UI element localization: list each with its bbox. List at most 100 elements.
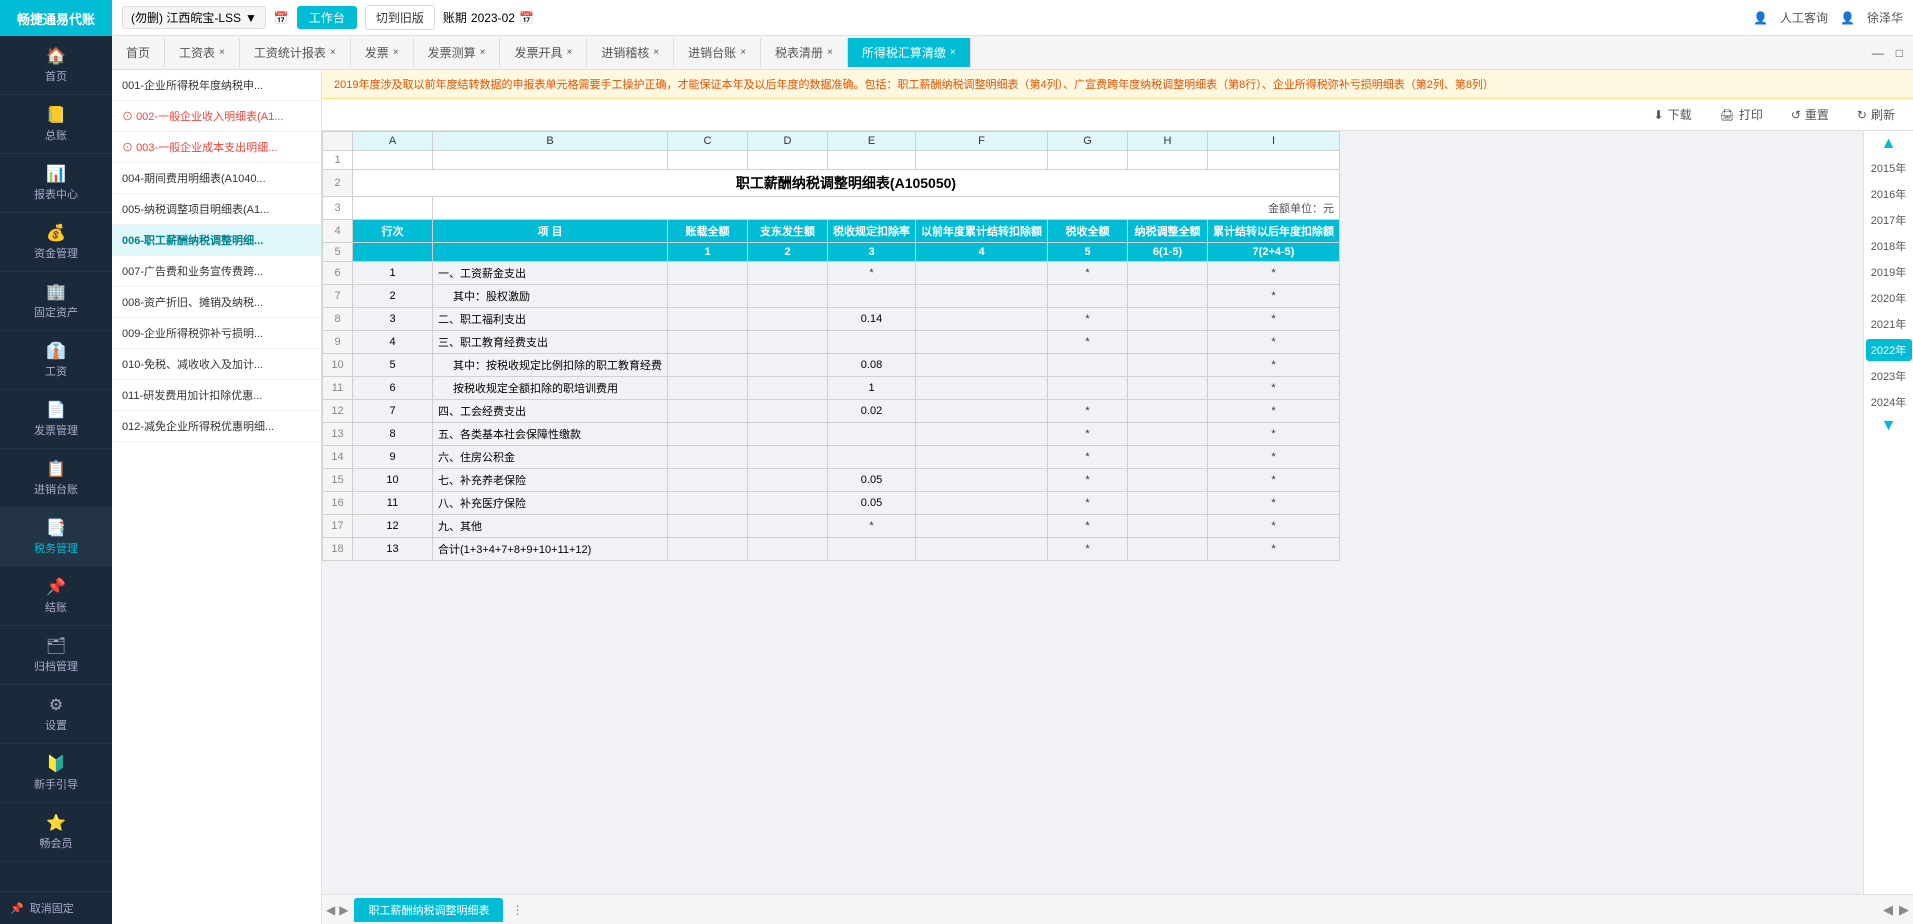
left-panel-item-002[interactable]: ⊙ 002-一般企业收入明细表(A1... xyxy=(112,101,321,132)
print-button[interactable]: 🖨 打印 xyxy=(1712,103,1771,126)
period-selector[interactable]: 账期 2023-02 📅 xyxy=(443,9,534,26)
payroll-icon: 👔 xyxy=(46,341,66,361)
tax-icon: 📑 xyxy=(46,518,66,538)
old-version-button[interactable]: 切到旧版 xyxy=(365,5,435,30)
reset-label: 重置 xyxy=(1805,106,1829,123)
sidebar-item-assets[interactable]: 🏢 固定资产 xyxy=(0,272,112,331)
tab-invoice-calc-close[interactable]: × xyxy=(480,47,486,58)
invoice-icon: 📄 xyxy=(46,400,66,420)
tab-tax-register[interactable]: 税表清册 × xyxy=(761,38,848,67)
tab-payroll-stats[interactable]: 工资统计报表 × xyxy=(240,38,351,67)
year-2021[interactable]: 2021年 xyxy=(1866,313,1912,335)
year-2018[interactable]: 2018年 xyxy=(1866,235,1912,257)
year-down-button[interactable]: ▼ xyxy=(1881,417,1897,435)
tab-invoice-calc[interactable]: 发票测算 × xyxy=(414,38,501,67)
data-row-14: 14 9 六、住房公积金 * * xyxy=(323,446,1340,469)
sidebar-label-guide: 新手引导 xyxy=(34,776,78,792)
sidebar-item-settings[interactable]: ⚙ 设置 xyxy=(0,685,112,744)
tab-home[interactable]: 首页 xyxy=(112,38,165,67)
refresh-button[interactable]: ↻ 刷新 xyxy=(1849,103,1903,126)
bottom-options-icon[interactable]: ⋮ xyxy=(511,903,523,917)
sidebar-item-guide[interactable]: 🔰 新手引导 xyxy=(0,744,112,803)
tab-sales-check[interactable]: 进销稽核 × xyxy=(587,38,674,67)
sidebar-item-home[interactable]: 🏠 首页 xyxy=(0,36,112,95)
sidebar-item-payroll[interactable]: 👔 工资 xyxy=(0,331,112,390)
sidebar-item-tax[interactable]: 📑 税务管理 xyxy=(0,508,112,567)
company-name: (勿删) 江西皖宝-LSS xyxy=(131,9,241,26)
sidebar-item-member[interactable]: ⭐ 畅会员 xyxy=(0,803,112,862)
period-calendar-icon: 📅 xyxy=(519,11,534,25)
sidebar-item-close[interactable]: 📌 结账 xyxy=(0,567,112,626)
main-area: (勿删) 江西皖宝-LSS ▼ 📅 工作台 切到旧版 账期 2023-02 📅 … xyxy=(112,0,1913,924)
sidebar-item-ledger[interactable]: 📒 总账 xyxy=(0,95,112,154)
sidebar-item-invoice[interactable]: 📄 发票管理 xyxy=(0,390,112,449)
sidebar-label-ledger: 总账 xyxy=(45,127,67,143)
item-header: 项 目 xyxy=(433,220,668,243)
bottom-sheet-tab[interactable]: 职工薪酬纳税调整明细表 xyxy=(354,898,503,922)
year-2016[interactable]: 2016年 xyxy=(1866,183,1912,205)
tab-invoice-issue-close[interactable]: × xyxy=(566,47,572,58)
tab-income-tax[interactable]: 所得税汇算清缴 × xyxy=(848,38,971,67)
left-panel-item-004[interactable]: 004-期间费用明细表(A1040... xyxy=(112,163,321,194)
year-up-button[interactable]: ▲ xyxy=(1881,135,1897,153)
company-selector[interactable]: (勿删) 江西皖宝-LSS ▼ xyxy=(122,6,266,29)
year-2015[interactable]: 2015年 xyxy=(1866,157,1912,179)
left-panel-item-010[interactable]: 010-免税、减收收入及加计... xyxy=(112,349,321,380)
left-panel-item-011[interactable]: 011-研发费用加计扣除优惠... xyxy=(112,380,321,411)
row-3: 3 金额单位：元 xyxy=(323,197,1340,220)
tab-maximize-icon[interactable]: □ xyxy=(1892,44,1907,62)
tab-sales-ledger[interactable]: 进销台账 × xyxy=(674,38,761,67)
year-2020[interactable]: 2020年 xyxy=(1866,287,1912,309)
row-1: 1 xyxy=(323,151,1340,170)
download-button[interactable]: ⬇ 下载 xyxy=(1646,103,1700,126)
sidebar-item-archive[interactable]: 🗂 归档管理 xyxy=(0,626,112,685)
sidebar-unpin-button[interactable]: 📌 取消固定 xyxy=(0,892,112,924)
tab-payroll-stats-close[interactable]: × xyxy=(330,47,336,58)
unit-label: 金额单位：元 xyxy=(433,197,1340,220)
tab-invoice-issue[interactable]: 发票开具 × xyxy=(500,38,587,67)
sidebar-item-reports[interactable]: 📊 报表中心 xyxy=(0,154,112,213)
reset-button[interactable]: ↺ 重置 xyxy=(1783,103,1837,126)
left-panel-item-005[interactable]: 005-纳税调整项目明细表(A1... xyxy=(112,194,321,225)
tab-income-tax-close[interactable]: × xyxy=(950,47,956,58)
app-logo: 畅捷通易代账 xyxy=(0,0,112,36)
assets-icon: 🏢 xyxy=(46,282,66,302)
error-icon-002: ⊙ xyxy=(122,111,136,123)
scroll-left-icon[interactable]: ◀ xyxy=(1883,902,1893,918)
sidebar-label-invoice: 发票管理 xyxy=(34,422,78,438)
col-g: G xyxy=(1048,132,1128,151)
sidebar-item-funds[interactable]: 💰 资金管理 xyxy=(0,213,112,272)
left-panel-item-003[interactable]: ⊙ 003-一般企业成本支出明细... xyxy=(112,132,321,163)
left-panel-item-012[interactable]: 012-减免企业所得税优惠明细... xyxy=(112,411,321,442)
year-2023[interactable]: 2023年 xyxy=(1866,365,1912,387)
tab-home-label: 首页 xyxy=(126,44,150,61)
sidebar-item-sales-ledger[interactable]: 📋 进销台账 xyxy=(0,449,112,508)
left-panel-item-008[interactable]: 008-资产折旧、摊销及纳税... xyxy=(112,287,321,318)
left-panel-item-006[interactable]: 006-职工薪酬纳税调整明细... xyxy=(112,225,321,256)
tab-minimize-icon[interactable]: — xyxy=(1868,44,1888,62)
spreadsheet-main[interactable]: A B C D E F G H I xyxy=(322,131,1863,894)
tab-invoice-issue-label: 发票开具 xyxy=(514,44,562,61)
scroll-right-icon[interactable]: ▶ xyxy=(1899,902,1909,918)
year-2022[interactable]: 2022年 xyxy=(1866,339,1912,361)
tab-invoice-close[interactable]: × xyxy=(393,47,399,58)
tab-tax-register-close[interactable]: × xyxy=(827,47,833,58)
tab-sales-ledger-close[interactable]: × xyxy=(740,47,746,58)
left-panel-item-001[interactable]: 001-企业所得税年度纳税申... xyxy=(112,70,321,101)
bottom-nav-right[interactable]: ▶ xyxy=(339,903,348,917)
year-2017[interactable]: 2017年 xyxy=(1866,209,1912,231)
tab-payroll-close[interactable]: × xyxy=(219,47,225,58)
year-2024[interactable]: 2024年 xyxy=(1866,391,1912,413)
year-2019[interactable]: 2019年 xyxy=(1866,261,1912,283)
bottom-nav-left[interactable]: ◀ xyxy=(326,903,335,917)
left-panel-item-007[interactable]: 007-广告费和业务宣传费跨... xyxy=(112,256,321,287)
data-row-15: 15 10 七、补充养老保险 0.05 * * xyxy=(323,469,1340,492)
tab-invoice[interactable]: 发票 × xyxy=(351,38,414,67)
workspace-button[interactable]: 工作台 xyxy=(297,6,357,29)
sidebar-label-settings: 设置 xyxy=(45,717,67,733)
tab-sales-check-close[interactable]: × xyxy=(653,47,659,58)
user-service-label[interactable]: 人工客询 xyxy=(1780,9,1828,26)
tab-payroll[interactable]: 工资表 × xyxy=(165,38,240,67)
left-panel-item-009[interactable]: 009-企业所得税弥补亏损明... xyxy=(112,318,321,349)
period-value: 2023-02 xyxy=(471,11,515,25)
